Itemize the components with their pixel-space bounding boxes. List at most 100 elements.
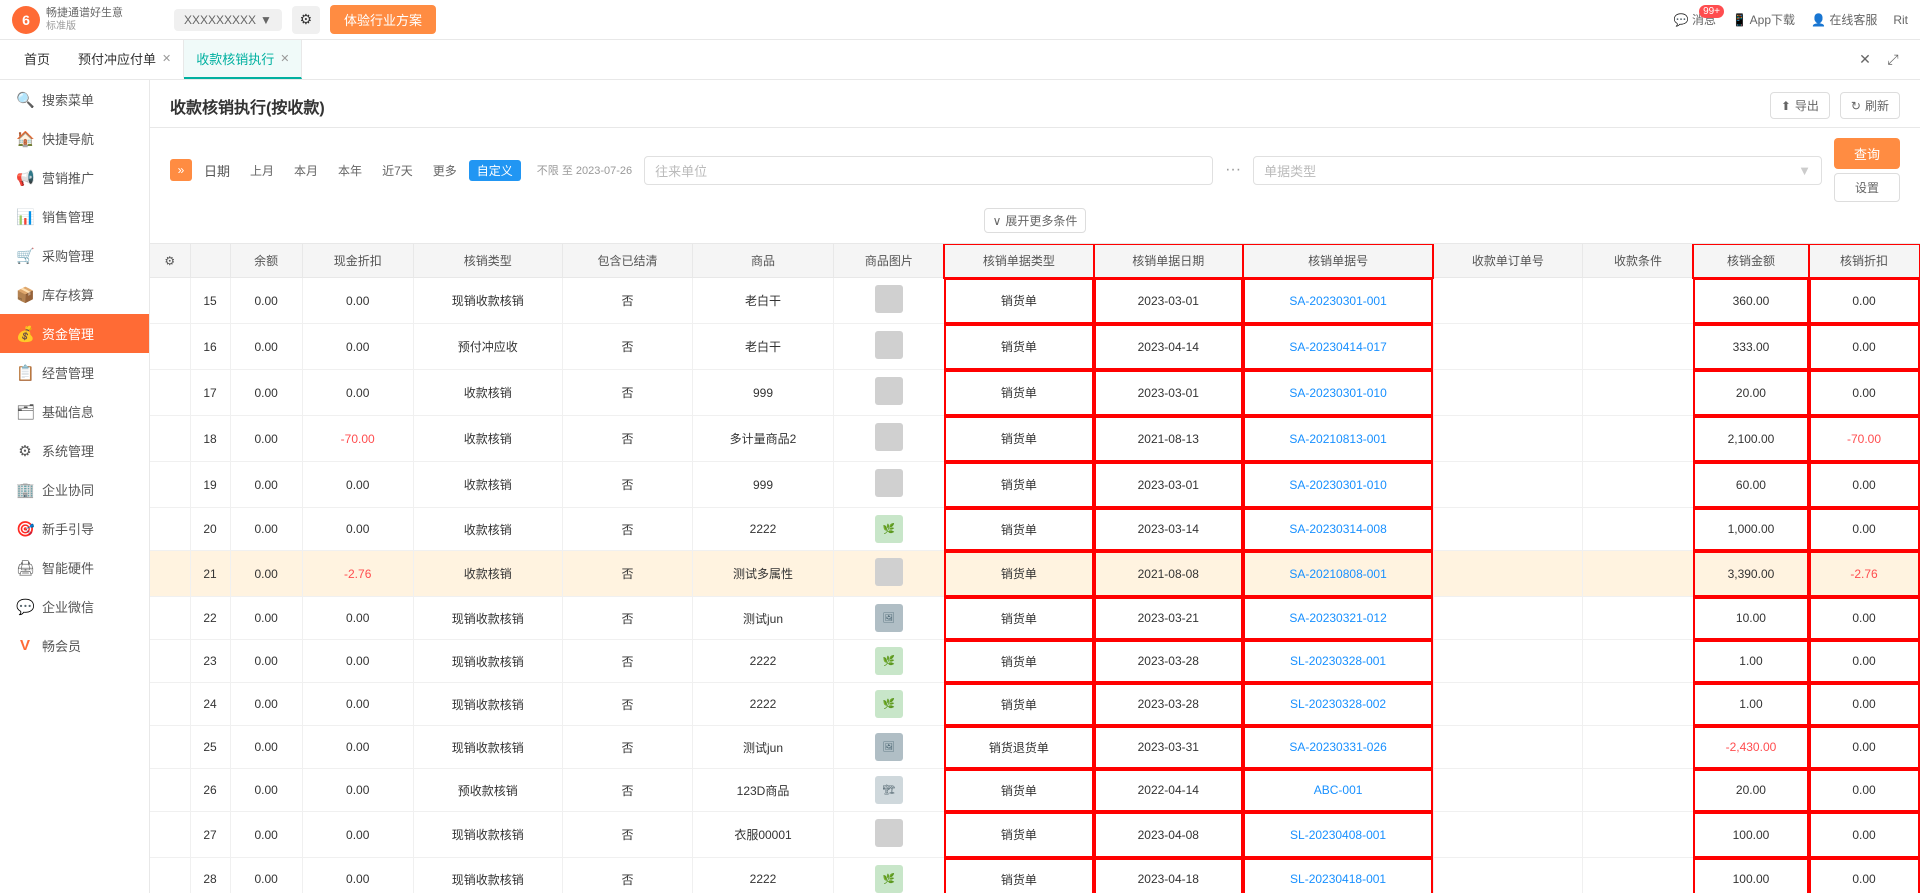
sidebar-label-wechat: 企业微信	[42, 597, 94, 616]
bill-no-link[interactable]: SA-20230301-010	[1289, 478, 1386, 492]
cell-bill-no[interactable]: SL-20230328-001	[1243, 640, 1433, 683]
cell-bill-no[interactable]: SA-20210813-001	[1243, 416, 1433, 462]
date-btn-last-month[interactable]: 上月	[242, 160, 282, 181]
message-area[interactable]: 💬 消息 99+	[1674, 11, 1716, 28]
date-btn-custom[interactable]: 自定义	[469, 160, 521, 181]
sidebar-item-enterprise[interactable]: 🏢 企业协同	[0, 470, 149, 509]
tab-prepay-close[interactable]: ✕	[162, 52, 171, 65]
sidebar-item-wechat[interactable]: 💬 企业微信	[0, 587, 149, 626]
bill-no-link[interactable]: SA-20230314-008	[1289, 522, 1386, 536]
sidebar-label-guide: 新手引导	[42, 519, 94, 538]
cell-balance: 0.00	[230, 769, 302, 812]
close-window-button[interactable]: ✕	[1854, 49, 1876, 71]
cell-write-off-type: 收款核销	[413, 551, 562, 597]
cell-bill-no[interactable]: SA-20230331-026	[1243, 726, 1433, 769]
sidebar-item-system[interactable]: ⚙ 系统管理	[0, 431, 149, 470]
table-row: 25 0.00 0.00 现销收款核销 否 测试jun 🖼 销货退货单 2023…	[150, 726, 1920, 769]
tab-receipt[interactable]: 收款核销执行 ✕	[184, 40, 302, 79]
cell-bill-no[interactable]: SA-20230301-001	[1243, 278, 1433, 324]
sidebar-item-sales[interactable]: 📊 销售管理	[0, 197, 149, 236]
cell-receipt-condition	[1583, 508, 1694, 551]
purchase-icon: 🛒	[16, 247, 34, 265]
bill-no-link[interactable]: SA-20230321-012	[1289, 611, 1386, 625]
query-button[interactable]: 查询	[1834, 138, 1900, 169]
th-gear[interactable]: ⚙	[150, 244, 190, 278]
th-bill-no: 核销单据号	[1243, 244, 1433, 278]
table-row: 26 0.00 0.00 预收款核销 否 123D商品 🏗 销货单 2022-0…	[150, 769, 1920, 812]
cell-num: 28	[190, 858, 230, 893]
cell-bill-no[interactable]: SA-20230301-010	[1243, 462, 1433, 508]
filter-row: » 日期 上月 本月 本年 近7天 更多 自定义 不限 至 2023-07-26…	[170, 138, 1900, 202]
cell-cash-discount: 0.00	[302, 769, 413, 812]
sidebar-item-hardware[interactable]: 🖨 智能硬件	[0, 548, 149, 587]
sidebar-item-inventory[interactable]: 📦 库存核算	[0, 275, 149, 314]
bill-no-link[interactable]: SL-20230408-001	[1290, 828, 1386, 842]
sidebar-item-finance[interactable]: 💰 资金管理	[0, 314, 149, 353]
bill-no-link[interactable]: SA-20210808-001	[1289, 567, 1386, 581]
setting-button[interactable]: 设置	[1834, 173, 1900, 202]
cell-gear	[150, 858, 190, 893]
tab-receipt-close[interactable]: ✕	[280, 52, 289, 65]
settings-icon[interactable]: ⚙	[292, 6, 320, 34]
type-filter[interactable]: 单据类型 ▼	[1253, 156, 1822, 185]
cell-receipt-condition	[1583, 769, 1694, 812]
cell-bill-no[interactable]: SA-20230314-008	[1243, 508, 1433, 551]
filter-dots[interactable]: ···	[1225, 161, 1241, 179]
bill-no-link[interactable]: SA-20230414-017	[1289, 340, 1386, 354]
cell-bill-no[interactable]: SA-20230301-010	[1243, 370, 1433, 416]
sidebar-item-search[interactable]: 🔍 搜索菜单	[0, 80, 149, 119]
cell-bill-no[interactable]: SA-20230414-017	[1243, 324, 1433, 370]
date-btn-7days[interactable]: 近7天	[374, 160, 421, 181]
tab-home[interactable]: 首页	[8, 40, 66, 79]
gear-icon[interactable]: ⚙	[164, 254, 175, 268]
expand-more-button[interactable]: ∨ 展开更多条件	[984, 208, 1087, 233]
tab-prepay[interactable]: 预付冲应付单 ✕	[66, 40, 184, 79]
export-icon: ⬆	[1781, 99, 1791, 113]
bill-no-link[interactable]: SA-20210813-001	[1289, 432, 1386, 446]
cell-bill-no[interactable]: ABC-001	[1243, 769, 1433, 812]
cell-bill-type: 销货单	[944, 370, 1093, 416]
cell-included-cleared: 否	[562, 324, 692, 370]
sidebar-item-marketing[interactable]: 📢 营销推广	[0, 158, 149, 197]
th-cash-discount: 现金折扣	[302, 244, 413, 278]
inventory-icon: 📦	[16, 286, 34, 304]
bill-no-link[interactable]: ABC-001	[1314, 783, 1363, 797]
bill-no-link[interactable]: SA-20230331-026	[1289, 740, 1386, 754]
cell-bill-no[interactable]: SA-20210808-001	[1243, 551, 1433, 597]
sidebar-item-guide[interactable]: 🎯 新手引导	[0, 509, 149, 548]
user-name[interactable]: Rit	[1893, 13, 1908, 27]
sidebar-item-member[interactable]: V 畅会员	[0, 626, 149, 665]
cell-bill-no[interactable]: SL-20230328-002	[1243, 683, 1433, 726]
cell-receipt-order-no	[1433, 640, 1582, 683]
sidebar-item-basic[interactable]: 🗂 基础信息	[0, 392, 149, 431]
home-icon: 🏠	[16, 130, 34, 148]
unit-filter[interactable]: 往来单位	[644, 156, 1213, 185]
bill-no-link[interactable]: SL-20230418-001	[1290, 872, 1386, 886]
bill-no-link[interactable]: SL-20230328-001	[1290, 654, 1386, 668]
maximize-window-button[interactable]: ⤢	[1882, 49, 1904, 71]
app-download[interactable]: 📱 App下载	[1732, 11, 1795, 28]
bill-no-link[interactable]: SA-20230301-010	[1289, 386, 1386, 400]
date-btn-more[interactable]: 更多	[425, 160, 465, 181]
company-select[interactable]: XXXXXXXXX ▼	[174, 9, 282, 31]
sidebar-item-quicknav[interactable]: 🏠 快捷导航	[0, 119, 149, 158]
sidebar-item-operations[interactable]: 📋 经营管理	[0, 353, 149, 392]
cell-bill-no[interactable]: SA-20230321-012	[1243, 597, 1433, 640]
sidebar-item-purchase[interactable]: 🛒 采购管理	[0, 236, 149, 275]
cell-cash-discount: 0.00	[302, 726, 413, 769]
export-button[interactable]: ⬆ 导出	[1770, 92, 1830, 119]
online-service[interactable]: 👤 在线客服	[1811, 11, 1877, 28]
date-btn-this-month[interactable]: 本月	[286, 160, 326, 181]
bill-no-link[interactable]: SL-20230328-002	[1290, 697, 1386, 711]
industry-button[interactable]: 体验行业方案	[330, 5, 436, 34]
refresh-button[interactable]: ↻ 刷新	[1840, 92, 1900, 119]
cell-included-cleared: 否	[562, 416, 692, 462]
cell-bill-no[interactable]: SL-20230418-001	[1243, 858, 1433, 893]
date-btn-this-year[interactable]: 本年	[330, 160, 370, 181]
cell-bill-type: 销货单	[944, 597, 1093, 640]
cell-receipt-order-no	[1433, 812, 1582, 858]
cell-bill-no[interactable]: SL-20230408-001	[1243, 812, 1433, 858]
bill-no-link[interactable]: SA-20230301-001	[1289, 294, 1386, 308]
sidebar-label-finance: 资金管理	[42, 324, 94, 343]
filter-toggle-button[interactable]: »	[170, 159, 192, 181]
